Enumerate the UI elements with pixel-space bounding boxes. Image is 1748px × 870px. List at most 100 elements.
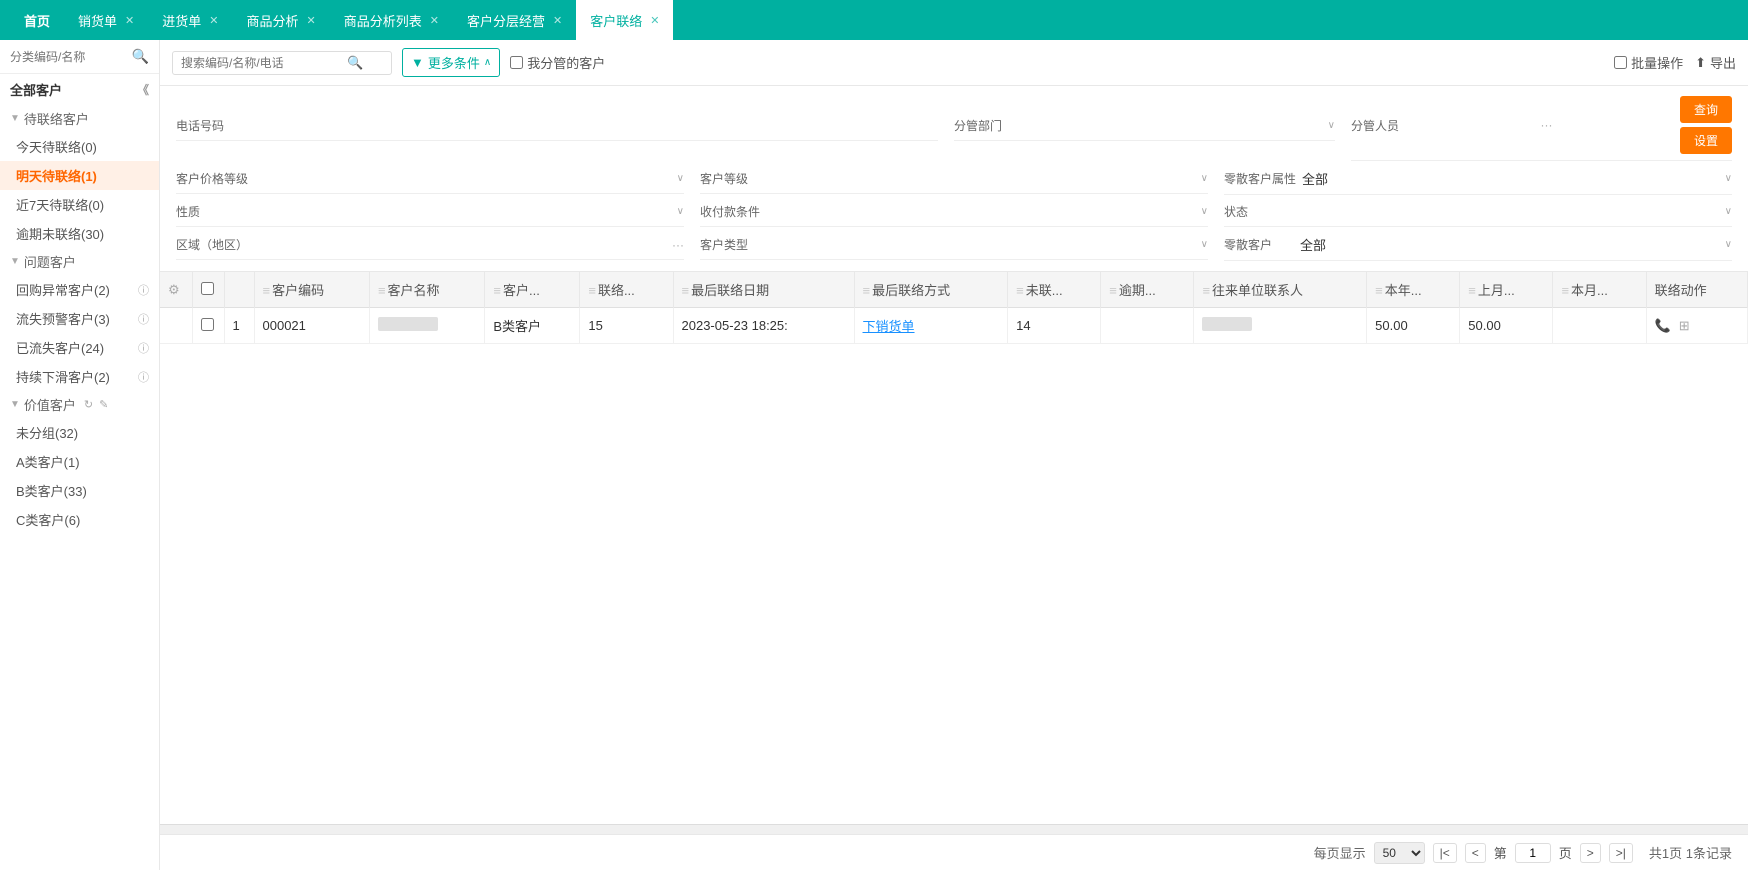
nav-goods-analysis-list[interactable]: 商品分析列表 ✕ (330, 0, 453, 40)
filter-scatter-customer-select[interactable]: 全部 ∨ (1300, 235, 1732, 254)
filter-payment-select[interactable]: ∨ (776, 206, 1208, 217)
close-purchase-icon[interactable]: ✕ (209, 14, 218, 27)
filter-arrow-icon: ∧ (484, 57, 491, 68)
region-dots[interactable]: ··· (672, 238, 684, 252)
sidebar-item-repurchase-abnormal[interactable]: 回购异常客户(2) ⓘ (0, 275, 159, 304)
settings-btn[interactable]: 设置 (1680, 127, 1732, 154)
info-icon-4: ⓘ (138, 369, 149, 385)
filter-dept-select[interactable]: ∨ (1030, 120, 1335, 131)
sidebar-search-icon[interactable]: 🔍 (132, 48, 149, 65)
toolbar-search-icon[interactable]: 🔍 (347, 55, 363, 71)
per-page-select[interactable]: 50 100 200 (1374, 842, 1425, 864)
sidebar-item-declining[interactable]: 持续下滑客户(2) ⓘ (0, 362, 159, 391)
filter-customer-level-select[interactable]: ∨ (776, 173, 1208, 184)
info-icon-2: ⓘ (138, 311, 149, 327)
col-unit-contact[interactable]: ≡往来单位联系人 (1194, 272, 1367, 308)
row-checkbox[interactable] (201, 318, 214, 331)
refresh-icon[interactable]: ↻ (84, 398, 93, 411)
info-icon-1: ⓘ (138, 282, 149, 298)
page-first-btn[interactable]: |< (1433, 843, 1457, 863)
sidebar-item-overdue[interactable]: 逾期未联络(30) (0, 219, 159, 248)
sidebar-group-problem[interactable]: ▼ 问题客户 (0, 248, 159, 275)
close-customer-contact-icon[interactable]: ✕ (650, 14, 659, 27)
col-last-month[interactable]: ≡上月... (1460, 272, 1553, 308)
sidebar: 🔍 全部客户 《 ▼ 待联络客户 今天待联络(0) 明天待联络(1) 近7天待联… (0, 40, 160, 870)
sidebar-all-customers[interactable]: 全部客户 《 (0, 74, 159, 105)
nav-home[interactable]: 首页 (10, 0, 64, 40)
export-icon: ⬆ (1695, 55, 1706, 71)
filter-scatter-attr-select[interactable]: 全部 ∨ (1302, 169, 1732, 188)
col-last-way[interactable]: ≡最后联络方式 (854, 272, 1008, 308)
col-code[interactable]: ≡客户编码 (254, 272, 369, 308)
sidebar-item-churned[interactable]: 已流失客户(24) ⓘ (0, 333, 159, 362)
filter-customer-type-select[interactable]: ∨ (776, 239, 1208, 250)
nav-purchase[interactable]: 进货单 ✕ (148, 0, 232, 40)
scatter-attr-arrow-icon: ∨ (1725, 173, 1732, 184)
col-last-date[interactable]: ≡最后联络日期 (673, 272, 854, 308)
page-next-btn[interactable]: > (1580, 843, 1601, 863)
sidebar-item-today[interactable]: 今天待联络(0) (0, 132, 159, 161)
page-prev-btn[interactable]: < (1465, 843, 1486, 863)
sidebar-item-7days[interactable]: 近7天待联络(0) (0, 190, 159, 219)
col-action: 联络动作 (1646, 272, 1747, 308)
filter-btn[interactable]: ▼ 更多条件 ∧ (402, 48, 500, 77)
filter-status-select[interactable]: ∨ (1300, 206, 1732, 217)
nav-sales[interactable]: 销货单 ✕ (64, 0, 148, 40)
col-this-month[interactable]: ≡本月... (1553, 272, 1646, 308)
close-goods-analysis-icon[interactable]: ✕ (307, 14, 316, 27)
nav-goods-analysis[interactable]: 商品分析 ✕ (232, 0, 329, 40)
batch-op-btn[interactable]: 批量操作 (1614, 53, 1683, 72)
page-last-btn[interactable]: >| (1609, 843, 1633, 863)
close-customer-segment-icon[interactable]: ✕ (553, 14, 562, 27)
action-phone-icon[interactable]: 📞 (1655, 318, 1671, 334)
col-gear[interactable]: ⚙ (160, 272, 192, 308)
search-box: 🔍 (172, 51, 392, 75)
my-customer-checkbox[interactable] (510, 56, 523, 69)
sidebar-item-tomorrow[interactable]: 明天待联络(1) (0, 161, 159, 190)
nav-customer-contact[interactable]: 客户联络 ✕ (576, 0, 673, 40)
triangle-icon-3: ▼ (10, 399, 20, 410)
person-dots[interactable]: ··· (1540, 118, 1552, 132)
nav-customer-segment[interactable]: 客户分层经营 ✕ (453, 0, 576, 40)
export-btn[interactable]: ⬆ 导出 (1695, 53, 1736, 72)
close-sales-icon[interactable]: ✕ (125, 14, 134, 27)
sidebar-item-c-class[interactable]: C类客户(6) (0, 505, 159, 534)
cell-gear (160, 308, 192, 344)
col-name[interactable]: ≡客户名称 (369, 272, 484, 308)
col-overdue[interactable]: ≡逾期... (1101, 272, 1194, 308)
col-not-linked[interactable]: ≡未联... (1008, 272, 1101, 308)
sidebar-item-ungrouped[interactable]: 未分组(32) (0, 418, 159, 447)
select-all-checkbox[interactable] (201, 282, 214, 295)
sidebar-search-input[interactable] (10, 50, 126, 64)
batch-op-checkbox[interactable] (1614, 56, 1627, 69)
last-way-link[interactable]: 下销货单 (863, 319, 915, 334)
sidebar-item-b-class[interactable]: B类客户(33) (0, 476, 159, 505)
close-goods-analysis-list-icon[interactable]: ✕ (430, 14, 439, 27)
cell-this-year: 50.00 (1367, 308, 1460, 344)
col-this-year[interactable]: ≡本年... (1367, 272, 1460, 308)
customer-table: ⚙ ≡客户编码 ≡客户名称 ≡客户... ≡联络... ≡最后联络日期 ≡最后联… (160, 272, 1748, 344)
top-nav: 首页 销货单 ✕ 进货单 ✕ 商品分析 ✕ 商品分析列表 ✕ 客户分层经营 ✕ … (0, 0, 1748, 40)
scrollbar-area[interactable] (160, 824, 1748, 834)
query-btn[interactable]: 查询 (1680, 96, 1732, 123)
filter-region-select[interactable]: ··· (254, 238, 684, 252)
edit-icon[interactable]: ✎ (99, 398, 108, 411)
filter-phone-input[interactable] (252, 118, 938, 132)
sidebar-item-churn-warning[interactable]: 流失预警客户(3) ⓘ (0, 304, 159, 333)
action-grid-icon[interactable]: ⊞ (1679, 318, 1690, 334)
search-input[interactable] (181, 56, 341, 70)
toolbar-right: 批量操作 ⬆ 导出 (1614, 53, 1736, 72)
sidebar-item-a-class[interactable]: A类客户(1) (0, 447, 159, 476)
page-input[interactable] (1515, 843, 1551, 863)
cell-unit-contact (1194, 308, 1367, 344)
col-contact[interactable]: ≡联络... (580, 272, 673, 308)
cell-last-way[interactable]: 下销货单 (854, 308, 1008, 344)
customer-type-arrow-icon: ∨ (1201, 239, 1208, 250)
col-type[interactable]: ≡客户... (485, 272, 580, 308)
sidebar-group-pending[interactable]: ▼ 待联络客户 (0, 105, 159, 132)
content-area: 🔍 ▼ 更多条件 ∧ 我分管的客户 批量操作 ⬆ 导出 (160, 40, 1748, 870)
filter-price-level-select[interactable]: ∨ (254, 173, 684, 184)
footer: 每页显示 50 100 200 |< < 第 页 > >| 共1页 1条记录 (160, 834, 1748, 870)
sidebar-group-value[interactable]: ▼ 价值客户 ↻ ✎ (0, 391, 159, 418)
filter-nature-select[interactable]: ∨ (252, 206, 684, 217)
